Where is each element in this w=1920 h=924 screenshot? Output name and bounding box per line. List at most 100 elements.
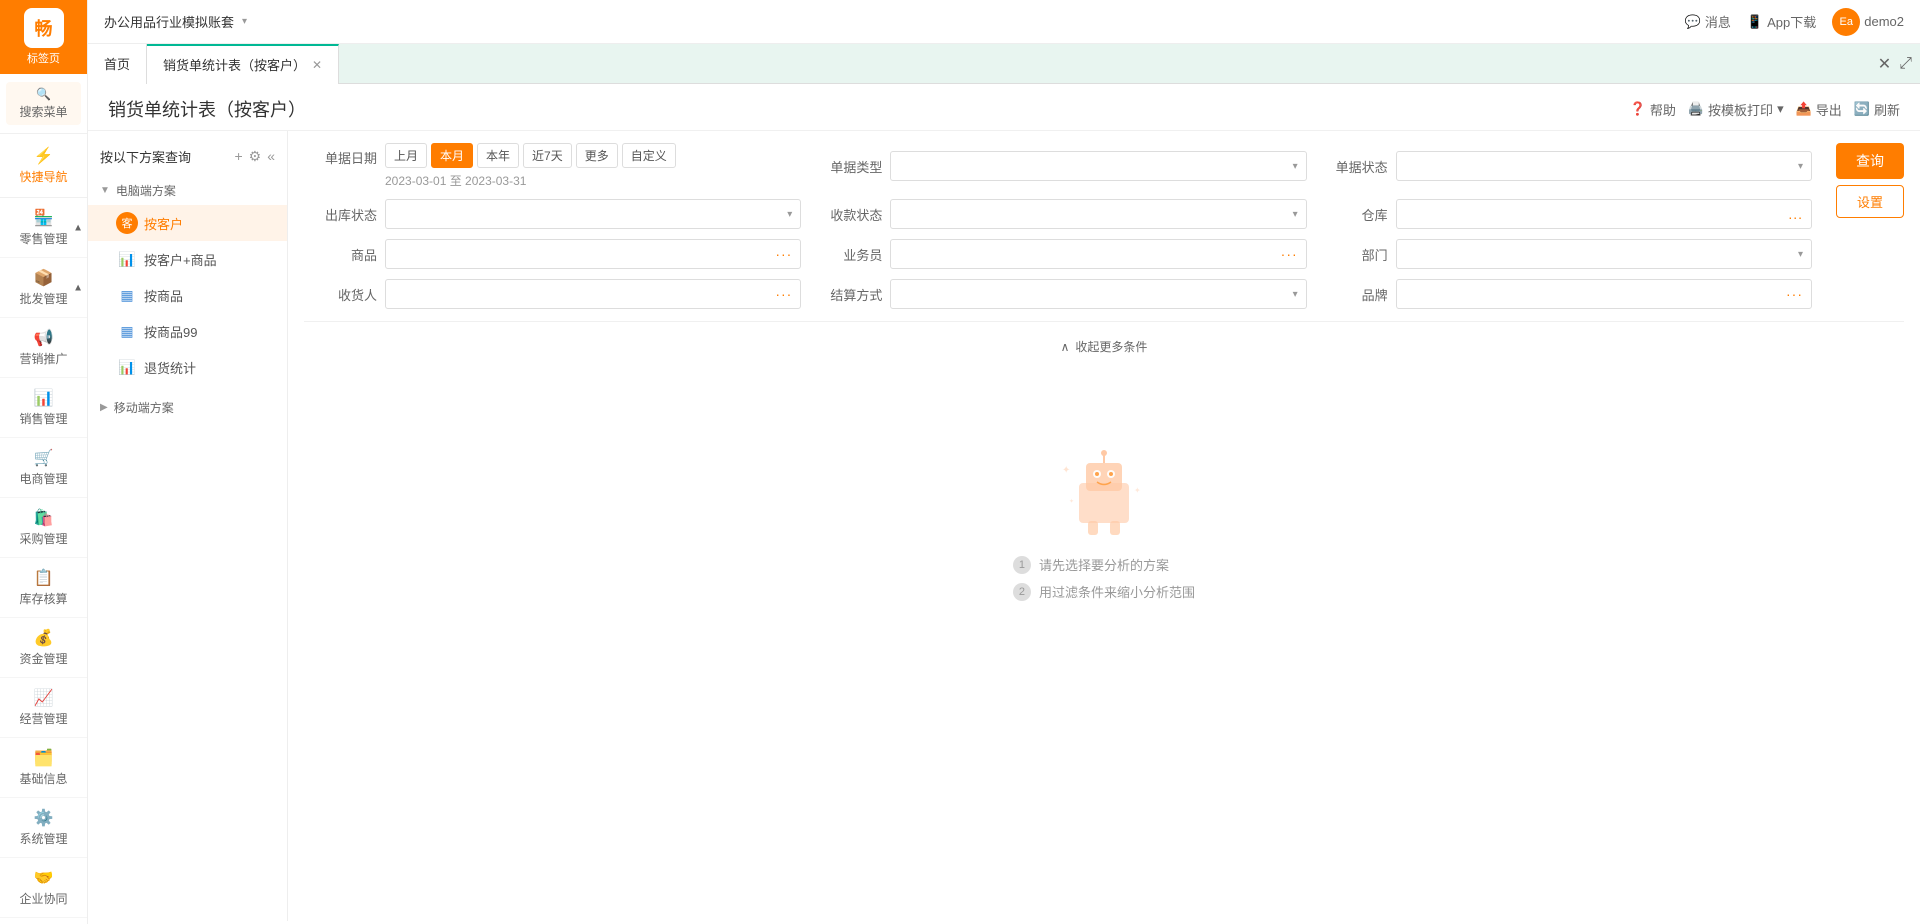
tree-item-by-product[interactable]: ▦ 按商品 bbox=[88, 277, 287, 313]
sidebar-item-newguide[interactable]: 📖 新手引导 bbox=[0, 918, 87, 924]
sidebar-item-wholesale[interactable]: 📦 批发管理 ▲ bbox=[0, 258, 87, 318]
tab-sales-stats[interactable]: 销货单统计表（按客户） ✕ bbox=[147, 44, 339, 84]
ship-status-select[interactable]: ▾ bbox=[385, 199, 801, 229]
sidebar-item-system[interactable]: ⚙️ 系统管理 bbox=[0, 798, 87, 858]
basic-icon: 🗂️ bbox=[34, 748, 54, 768]
payment-status-arrow: ▾ bbox=[1293, 209, 1298, 220]
salesperson-cell: 业务员 ··· bbox=[809, 239, 1314, 269]
sidebar-item-basic[interactable]: 🗂️ 基础信息 bbox=[0, 738, 87, 798]
ship-status-cell: 出库状态 ▾ bbox=[304, 199, 809, 229]
main-area: 办公用品行业模拟账套 ▾ 💬 消息 📱 App下载 Ea demo2 首页 bbox=[88, 0, 1920, 924]
logo-subtitle: 标签页 bbox=[27, 50, 60, 66]
dept-select[interactable]: ▾ bbox=[1396, 239, 1812, 269]
empty-tips: 1 请先选择要分析的方案 2 用过滤条件来缩小分析范围 bbox=[1013, 555, 1195, 601]
quick-nav-icon: ⚡ bbox=[34, 146, 54, 166]
brand-input[interactable]: ··· bbox=[1396, 279, 1812, 309]
product-input[interactable]: ··· bbox=[385, 239, 801, 269]
panel-collapse-button[interactable]: « bbox=[267, 148, 275, 165]
date-btn-last-month[interactable]: 上月 bbox=[385, 143, 427, 168]
sidebar-item-inventory[interactable]: 📋 库存核算 bbox=[0, 558, 87, 618]
settings-button[interactable]: 设置 bbox=[1836, 185, 1904, 218]
tree-group-mobile-label[interactable]: ▶ 移动端方案 bbox=[88, 393, 287, 422]
doc-status-label: 单据状态 bbox=[1323, 157, 1388, 176]
sidebar-item-finance[interactable]: 💰 资金管理 bbox=[0, 618, 87, 678]
payment-status-select[interactable]: ▾ bbox=[890, 199, 1306, 229]
tab-home[interactable]: 首页 bbox=[88, 44, 147, 84]
by-product-icon: ▦ bbox=[116, 284, 138, 306]
message-icon: 💬 bbox=[1685, 14, 1701, 30]
refresh-button[interactable]: 🔄 刷新 bbox=[1854, 100, 1900, 119]
query-button[interactable]: 查询 bbox=[1836, 143, 1904, 179]
message-button[interactable]: 💬 消息 bbox=[1685, 12, 1731, 31]
user-avatar: Ea bbox=[1832, 8, 1860, 36]
collapse-label: 收起更多条件 bbox=[1075, 338, 1147, 355]
collapse-up-icon: ∧ bbox=[1061, 340, 1070, 354]
empty-icon: ✦ ✦ ✦ bbox=[1044, 443, 1164, 543]
export-button[interactable]: 📤 导出 bbox=[1796, 100, 1842, 119]
sidebar-item-marketing[interactable]: 📢 营销推广 bbox=[0, 318, 87, 378]
tree-item-by-product-99[interactable]: ▦ 按商品99 bbox=[88, 313, 287, 349]
tab-close-icon[interactable]: ✕ bbox=[312, 58, 322, 72]
sidebar-item-operations[interactable]: 📈 经营管理 bbox=[0, 678, 87, 738]
tab-close-all-icon[interactable]: ✕ bbox=[1878, 54, 1891, 74]
sidebar-search-section: 🔍 搜索菜单 bbox=[0, 74, 87, 134]
tree-group-desktop-text: 电脑端方案 bbox=[116, 182, 176, 199]
operations-icon: 📈 bbox=[34, 688, 54, 708]
quick-nav-item[interactable]: ⚡ 快捷导航 bbox=[6, 140, 81, 191]
tree-item-return-stats[interactable]: 📊 退货统计 bbox=[88, 349, 287, 385]
product-label: 商品 bbox=[312, 245, 377, 264]
salesperson-dots: ··· bbox=[1281, 246, 1298, 262]
panel-header: 按以下方案查询 + ⚙ « bbox=[88, 141, 287, 172]
date-btn-last-7days[interactable]: 近7天 bbox=[523, 143, 572, 168]
panel-add-button[interactable]: + bbox=[234, 148, 242, 165]
enterprise-icon: 🤝 bbox=[34, 868, 54, 888]
date-btn-custom[interactable]: 自定义 bbox=[622, 143, 676, 168]
recipient-input[interactable]: ··· bbox=[385, 279, 801, 309]
payment-method-select[interactable]: ▾ bbox=[890, 279, 1306, 309]
salesperson-input[interactable]: ··· bbox=[890, 239, 1306, 269]
purchase-label: 采购管理 bbox=[19, 530, 67, 547]
sidebar-item-ecommerce[interactable]: 🛒 电商管理 bbox=[0, 438, 87, 498]
sidebar-item-purchase[interactable]: 🛍️ 采购管理 bbox=[0, 498, 87, 558]
sidebar-item-retail[interactable]: 🏪 零售管理 ▲ bbox=[0, 198, 87, 258]
date-btn-more[interactable]: 更多 bbox=[576, 143, 618, 168]
marketing-icon: 📢 bbox=[34, 328, 54, 348]
brand-cell: 品牌 ··· bbox=[1315, 279, 1820, 309]
system-label: 系统管理 bbox=[19, 830, 67, 847]
collapse-filter-button[interactable]: ∧ 收起更多条件 bbox=[304, 330, 1904, 363]
by-product-99-icon: ▦ bbox=[116, 320, 138, 342]
doc-status-select[interactable]: ▾ bbox=[1396, 151, 1812, 181]
date-btn-this-month[interactable]: 本月 bbox=[431, 143, 473, 168]
tree-group-desktop-label[interactable]: ▼ 电脑端方案 bbox=[88, 176, 287, 205]
operations-label: 经营管理 bbox=[19, 710, 67, 727]
warehouse-input[interactable]: ... bbox=[1396, 199, 1812, 229]
recipient-label: 收货人 bbox=[312, 285, 377, 304]
filter-row-2: 出库状态 ▾ 收款状态 ▾ bbox=[304, 199, 1820, 229]
panel-settings-button[interactable]: ⚙ bbox=[249, 148, 262, 165]
date-controls: 上月 本月 本年 近7天 更多 自定义 2023-03-01 至 2023-03… bbox=[385, 143, 801, 189]
user-profile-button[interactable]: Ea demo2 bbox=[1832, 8, 1904, 36]
sidebar-item-enterprise[interactable]: 🤝 企业协同 bbox=[0, 858, 87, 918]
help-button[interactable]: ❓ 帮助 bbox=[1630, 100, 1676, 119]
print-icon: 🖨️ bbox=[1688, 101, 1704, 117]
app-download-button[interactable]: 📱 App下载 bbox=[1747, 12, 1816, 31]
sidebar-item-sales[interactable]: 📊 销售管理 bbox=[0, 378, 87, 438]
page-title: 销货单统计表（按客户） bbox=[108, 96, 306, 122]
tree-item-customer-product[interactable]: 📊 按客户+商品 bbox=[88, 241, 287, 277]
print-button[interactable]: 🖨️ 按模板打印 ▾ bbox=[1688, 100, 1784, 119]
basic-label: 基础信息 bbox=[19, 770, 67, 787]
search-menu-button[interactable]: 🔍 搜索菜单 bbox=[6, 82, 81, 125]
tree-expand-icon: ▼ bbox=[100, 185, 110, 196]
query-action-buttons: 查询 设置 bbox=[1836, 143, 1904, 218]
ecommerce-icon: 🛒 bbox=[34, 448, 54, 468]
doc-type-select[interactable]: ▾ bbox=[890, 151, 1306, 181]
doc-status-arrow: ▾ bbox=[1798, 161, 1803, 172]
date-btn-this-year[interactable]: 本年 bbox=[477, 143, 519, 168]
title-dropdown-arrow[interactable]: ▾ bbox=[242, 16, 247, 27]
page-header: 销货单统计表（按客户） ❓ 帮助 🖨️ 按模板打印 ▾ 📤 导出 🔄 刷新 bbox=[88, 84, 1920, 131]
top-header: 办公用品行业模拟账套 ▾ 💬 消息 📱 App下载 Ea demo2 bbox=[88, 0, 1920, 44]
tab-expand-icon[interactable]: ⤢ bbox=[1899, 55, 1912, 73]
product-dots: ··· bbox=[775, 246, 792, 262]
tree-item-by-customer[interactable]: 客 按客户 bbox=[88, 205, 287, 241]
tree-group-desktop: ▼ 电脑端方案 客 按客户 📊 按客户+商品 ▦ 按商品 bbox=[88, 172, 287, 389]
